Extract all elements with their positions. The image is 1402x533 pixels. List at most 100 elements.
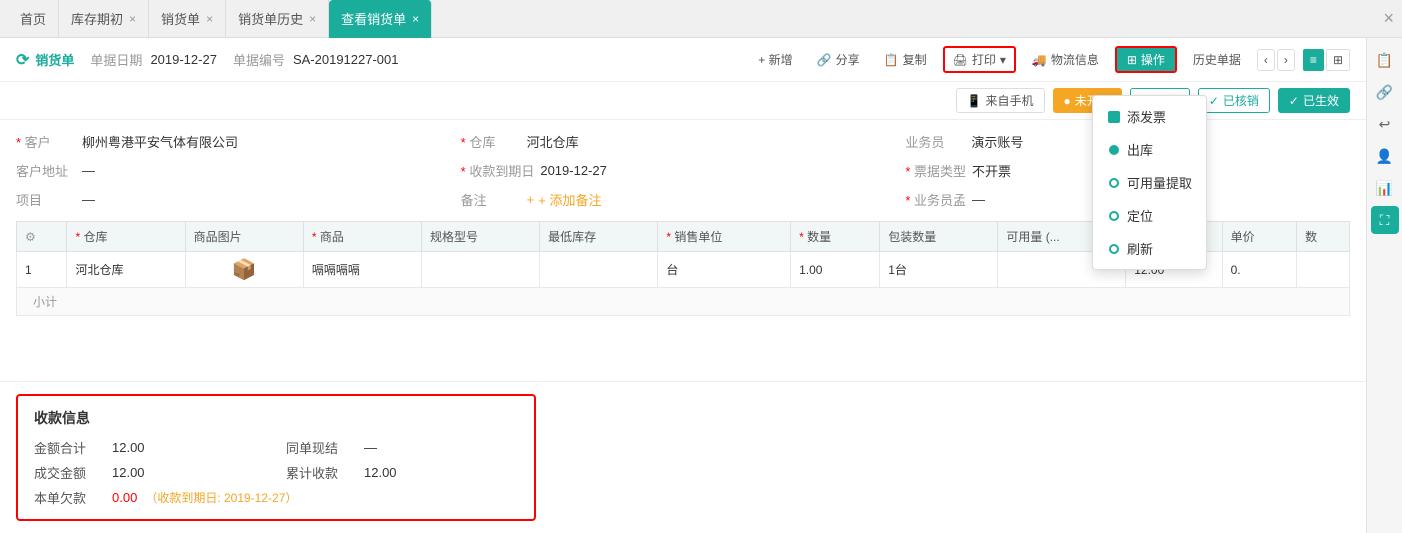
tab-inventory-init[interactable]: 库存期初 × bbox=[59, 0, 149, 38]
available-extract-label: 可用量提取 bbox=[1127, 173, 1192, 192]
row-spec bbox=[421, 252, 539, 288]
print-label: 打印 bbox=[972, 51, 996, 68]
col-product: 商品 bbox=[303, 222, 421, 252]
note-label: 备注 bbox=[461, 190, 521, 209]
share-button[interactable]: 🔗 分享 bbox=[809, 47, 868, 72]
view-grid[interactable]: ⊞ bbox=[1326, 49, 1350, 71]
nav-prev[interactable]: ‹ bbox=[1257, 49, 1275, 71]
nav-next[interactable]: › bbox=[1277, 49, 1295, 71]
circle-outline-icon-3 bbox=[1107, 242, 1121, 256]
sidebar-user-icon[interactable]: 👤 bbox=[1371, 142, 1399, 170]
outstanding-value: 0.00 bbox=[112, 490, 137, 505]
locate-item[interactable]: 定位 bbox=[1093, 199, 1206, 232]
row-warehouse: 河北仓库 bbox=[67, 252, 185, 288]
circle-outline-icon-1 bbox=[1107, 176, 1121, 190]
doc-number-meta: 单据编号 SA-20191227-001 bbox=[233, 50, 399, 69]
add-note-button[interactable]: + + 添加备注 bbox=[527, 190, 602, 209]
payment-grid: 金额合计 12.00 同单现结 — 成交金额 12.00 累计收款 12.00 bbox=[34, 438, 518, 507]
payment-title: 收款信息 bbox=[34, 408, 518, 428]
doc-type: ⟳ 销货单 bbox=[16, 50, 74, 70]
note-row: 备注 + + 添加备注 bbox=[461, 190, 906, 209]
sold-btn[interactable]: ✓ 已核销 bbox=[1198, 88, 1270, 113]
tab-home[interactable]: 首页 bbox=[8, 0, 59, 38]
col-settings[interactable]: ⚙ bbox=[17, 222, 67, 252]
copy-button[interactable]: 📋 复制 bbox=[876, 47, 935, 72]
view-list[interactable]: ≡ bbox=[1303, 49, 1324, 71]
row-unit: 台 bbox=[658, 252, 791, 288]
share-icon: 🔗 bbox=[817, 53, 832, 67]
project-row: 项目 — bbox=[16, 190, 461, 209]
tab-sales-label: 销货单 bbox=[161, 9, 200, 28]
col-pack-qty: 包装数量 bbox=[880, 222, 998, 252]
same-settle-label: 同单现结 bbox=[286, 438, 356, 457]
operate-button[interactable]: ⊞ 操作 bbox=[1115, 46, 1177, 73]
phone-status-btn[interactable]: 📱 来自手机 bbox=[956, 88, 1045, 113]
col-unit: 销售单位 bbox=[658, 222, 791, 252]
col-quantity: 数量 bbox=[791, 222, 880, 252]
print-dropdown-arrow: ▾ bbox=[1000, 53, 1006, 67]
tab-history-close[interactable]: × bbox=[309, 12, 316, 26]
sidebar-expand-icon[interactable]: ⛶ bbox=[1371, 206, 1399, 234]
payment-date-row: 收款到期日 2019-12-27 bbox=[461, 161, 906, 180]
cumulative-label: 累计收款 bbox=[286, 463, 356, 482]
row-no: 1 bbox=[17, 252, 67, 288]
payment-info: 收款信息 金额合计 12.00 同单现结 — 成交金额 12.00 bbox=[16, 394, 536, 521]
add-invoice-item[interactable]: 添发票 bbox=[1093, 100, 1206, 133]
doc-header: ⟳ 销货单 单据日期 2019-12-27 单据编号 SA-20191227-0… bbox=[0, 38, 1366, 82]
operate-dropdown: 添发票 出库 可用量提取 定位 刷新 bbox=[1092, 95, 1207, 270]
doc-date-value: 2019-12-27 bbox=[150, 52, 217, 67]
effective-btn[interactable]: ✓ 已生效 bbox=[1278, 88, 1350, 113]
warehouse-value: 河北仓库 bbox=[527, 132, 579, 151]
project-value: — bbox=[82, 192, 95, 207]
cumulative-row: 累计收款 12.00 bbox=[286, 463, 518, 482]
window-close-icon[interactable]: × bbox=[1383, 8, 1394, 29]
circle-icon bbox=[1107, 143, 1121, 157]
row-min-stock bbox=[540, 252, 658, 288]
address-label: 客户地址 bbox=[16, 161, 76, 180]
payment-date-label: 收款到期日 bbox=[461, 161, 535, 180]
row-price: 0. bbox=[1222, 252, 1297, 288]
add-button[interactable]: + 新增 bbox=[750, 47, 800, 72]
tab-sales-order[interactable]: 销货单 × bbox=[149, 0, 226, 38]
ticket-type-value: 不开票 bbox=[972, 161, 1011, 180]
available-extract-item[interactable]: 可用量提取 bbox=[1093, 166, 1206, 199]
customer-value: 柳州粤港平安气体有限公司 bbox=[82, 132, 238, 151]
doc-actions: + 新增 🔗 分享 📋 复制 🖨 打印 ▾ 🚚 物 bbox=[750, 46, 1350, 73]
sold-label: 已核销 bbox=[1223, 92, 1259, 109]
phone-label: 来自手机 bbox=[985, 92, 1033, 109]
add-note-label: + 添加备注 bbox=[538, 190, 601, 209]
sidebar-chart-icon[interactable]: 📊 bbox=[1371, 174, 1399, 202]
deal-amount-row: 成交金额 12.00 bbox=[34, 463, 266, 482]
row-image: 📦 bbox=[185, 252, 303, 288]
tab-home-label: 首页 bbox=[20, 9, 46, 28]
history-button[interactable]: 历史单据 bbox=[1185, 47, 1249, 72]
square-icon bbox=[1107, 110, 1121, 124]
sidebar-link-icon[interactable]: 🔗 bbox=[1371, 78, 1399, 106]
tab-inventory-close[interactable]: × bbox=[129, 12, 136, 26]
doc-type-label: 销货单 bbox=[35, 50, 74, 69]
operate-label: 操作 bbox=[1141, 51, 1165, 68]
copy-label: 复制 bbox=[903, 51, 927, 68]
logistics-button[interactable]: 🚚 物流信息 bbox=[1024, 47, 1107, 72]
outbound-item[interactable]: 出库 bbox=[1093, 133, 1206, 166]
tab-view-close[interactable]: × bbox=[412, 12, 419, 26]
total-value: 12.00 bbox=[112, 440, 145, 455]
project-label: 项目 bbox=[16, 190, 76, 209]
effective-label: 已生效 bbox=[1303, 92, 1339, 109]
print-button[interactable]: 🖨 打印 ▾ bbox=[943, 46, 1016, 73]
tab-sales-history[interactable]: 销货单历史 × bbox=[226, 0, 329, 38]
doc-number-value: SA-20191227-001 bbox=[293, 52, 399, 67]
tab-view-sales[interactable]: 查看销货单 × bbox=[329, 0, 432, 38]
payment-date-value: 2019-12-27 bbox=[540, 163, 607, 178]
sidebar-return-icon[interactable]: ↩ bbox=[1371, 110, 1399, 138]
sidebar-doc-icon[interactable]: 📋 bbox=[1371, 46, 1399, 74]
settings-icon[interactable]: ⚙ bbox=[25, 230, 36, 244]
customer-row: 客户 柳州粤港平安气体有限公司 bbox=[16, 132, 461, 151]
col-spec: 规格型号 bbox=[421, 222, 539, 252]
refresh-item[interactable]: 刷新 bbox=[1093, 232, 1206, 265]
address-value: — bbox=[82, 163, 95, 178]
tab-sales-close[interactable]: × bbox=[206, 12, 213, 26]
sales-staff-label: 业务员孟 bbox=[905, 190, 966, 209]
subtotal-row: 小计 bbox=[17, 288, 1350, 316]
same-settle-value: — bbox=[364, 440, 377, 455]
